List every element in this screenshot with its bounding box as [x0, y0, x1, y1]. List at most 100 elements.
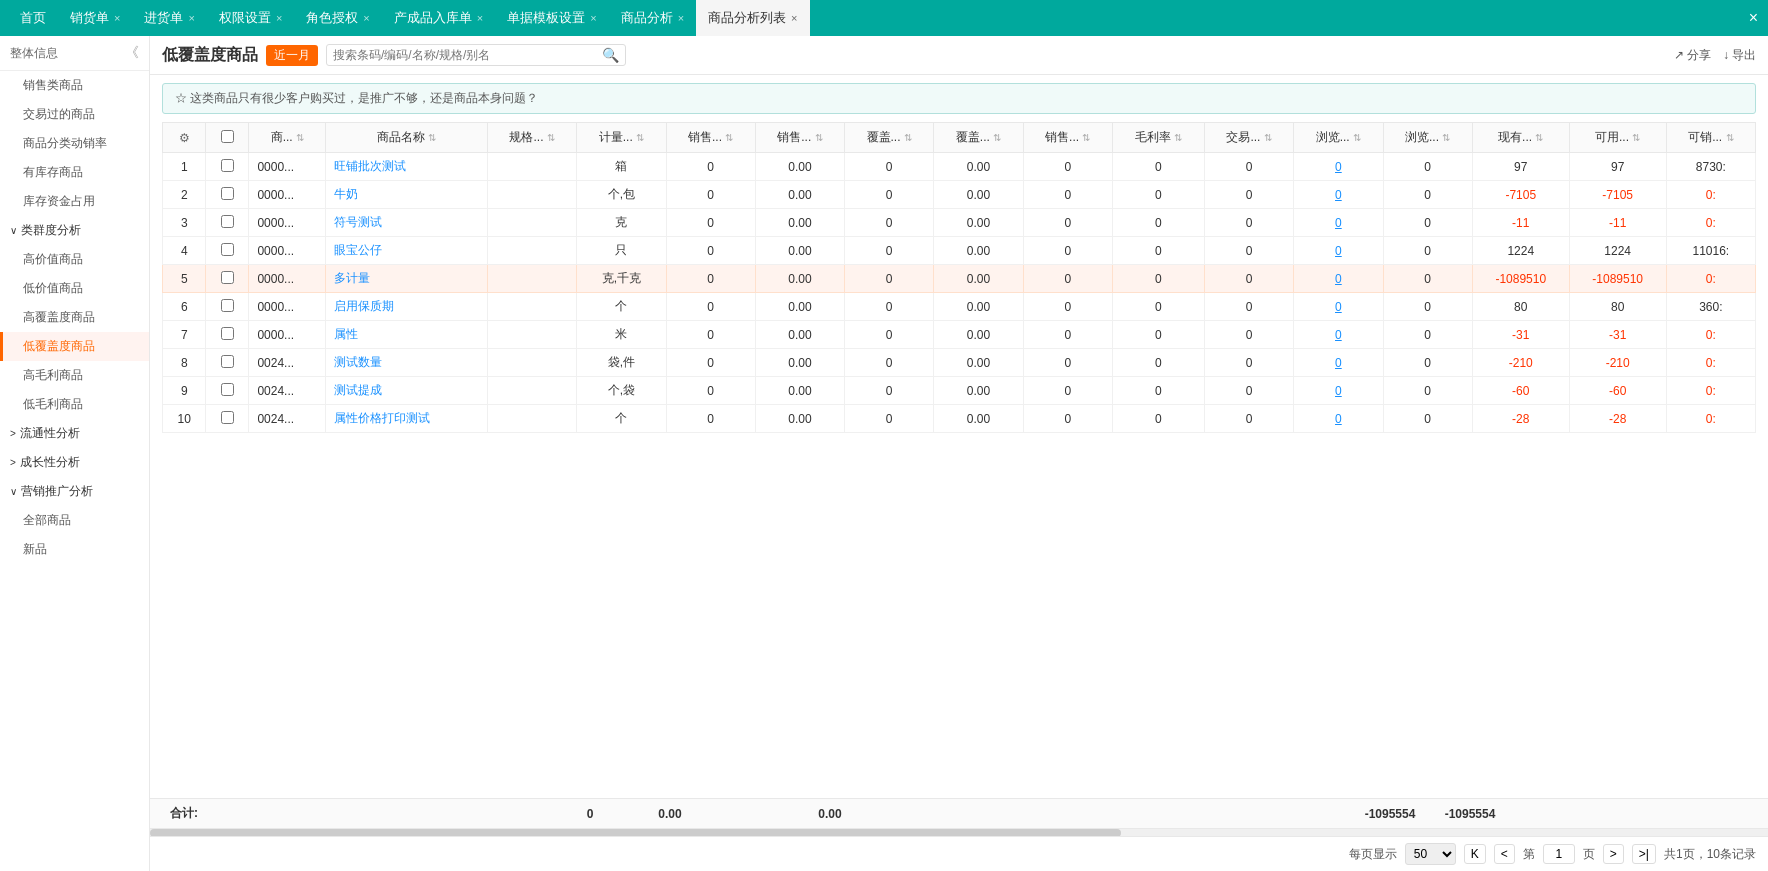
row-select-checkbox[interactable] — [221, 355, 234, 368]
row-name[interactable]: 测试数量 — [326, 349, 488, 377]
close-icon[interactable]: × — [590, 12, 596, 24]
row-select-checkbox[interactable] — [221, 383, 234, 396]
row-checkbox[interactable] — [206, 181, 249, 209]
col-sales-c[interactable]: 销售... ⇅ — [1023, 123, 1112, 153]
row-name[interactable]: 眼宝公仔 — [326, 237, 488, 265]
sidebar-section-marketing[interactable]: ∨ 营销推广分析 — [0, 477, 149, 506]
close-all-tabs-button[interactable]: × — [1749, 9, 1758, 27]
row-checkbox[interactable] — [206, 293, 249, 321]
row-checkbox[interactable] — [206, 405, 249, 433]
row-select-checkbox[interactable] — [221, 327, 234, 340]
col-unit[interactable]: 计量... ⇅ — [577, 123, 666, 153]
row-browse-a[interactable]: 0 — [1294, 405, 1383, 433]
col-cover-a[interactable]: 覆盖... ⇅ — [845, 123, 934, 153]
row-browse-a[interactable]: 0 — [1294, 321, 1383, 349]
row-browse-a[interactable]: 0 — [1294, 377, 1383, 405]
sidebar-section-circulation[interactable]: > 流通性分析 — [0, 419, 149, 448]
row-name[interactable]: 属性价格打印测试 — [326, 405, 488, 433]
col-cover-b[interactable]: 覆盖... ⇅ — [934, 123, 1023, 153]
row-select-checkbox[interactable] — [221, 159, 234, 172]
row-checkbox[interactable] — [206, 349, 249, 377]
nav-production[interactable]: 产成品入库单 × — [382, 0, 495, 36]
select-all-checkbox[interactable] — [221, 130, 234, 143]
page-number-input[interactable] — [1543, 844, 1575, 864]
row-name[interactable]: 牛奶 — [326, 181, 488, 209]
sidebar-item-low-value[interactable]: 低价值商品 — [0, 274, 149, 303]
sidebar-item-sales-goods[interactable]: 销售类商品 — [0, 71, 149, 100]
sidebar-section-growth[interactable]: > 成长性分析 — [0, 448, 149, 477]
sidebar-item-high-margin[interactable]: 高毛利商品 — [0, 361, 149, 390]
row-name[interactable]: 旺铺批次测试 — [326, 153, 488, 181]
next-page-button[interactable]: > — [1603, 844, 1624, 864]
sidebar-item-new-goods[interactable]: 新品 — [0, 535, 149, 564]
col-settings[interactable]: ⚙ — [163, 123, 206, 153]
close-icon[interactable]: × — [363, 12, 369, 24]
row-name[interactable]: 属性 — [326, 321, 488, 349]
row-select-checkbox[interactable] — [221, 299, 234, 312]
sidebar-item-all-goods[interactable]: 全部商品 — [0, 506, 149, 535]
row-browse-a[interactable]: 0 — [1294, 153, 1383, 181]
search-input[interactable] — [333, 48, 602, 62]
row-checkbox[interactable] — [206, 321, 249, 349]
row-select-checkbox[interactable] — [221, 187, 234, 200]
row-select-checkbox[interactable] — [221, 271, 234, 284]
nav-sales-order[interactable]: 销货单 × — [58, 0, 132, 36]
sidebar-header[interactable]: 整体信息 《 — [0, 36, 149, 71]
row-browse-a[interactable]: 0 — [1294, 237, 1383, 265]
nav-purchase-order[interactable]: 进货单 × — [132, 0, 206, 36]
sidebar-item-category-rate[interactable]: 商品分类动销率 — [0, 129, 149, 158]
col-browse-b[interactable]: 浏览... ⇅ — [1383, 123, 1472, 153]
search-icon[interactable]: 🔍 — [602, 47, 619, 63]
col-stock-c[interactable]: 可销... ⇅ — [1666, 123, 1755, 153]
col-trade[interactable]: 交易... ⇅ — [1204, 123, 1293, 153]
sidebar-item-stock-capital[interactable]: 库存资金占用 — [0, 187, 149, 216]
col-stock-b[interactable]: 可用... ⇅ — [1569, 123, 1666, 153]
page-size-select[interactable]: 50 20 100 — [1405, 843, 1456, 865]
nav-product-analysis-list[interactable]: 商品分析列表 × — [696, 0, 809, 36]
row-select-checkbox[interactable] — [221, 215, 234, 228]
nav-role-auth[interactable]: 角色授权 × — [294, 0, 381, 36]
col-spec[interactable]: 规格... ⇅ — [488, 123, 577, 153]
close-icon[interactable]: × — [114, 12, 120, 24]
col-stock-a[interactable]: 现有... ⇅ — [1472, 123, 1569, 153]
row-checkbox[interactable] — [206, 153, 249, 181]
sidebar-item-high-value[interactable]: 高价值商品 — [0, 245, 149, 274]
close-icon[interactable]: × — [791, 12, 797, 24]
row-checkbox[interactable] — [206, 209, 249, 237]
row-checkbox[interactable] — [206, 265, 249, 293]
row-name[interactable]: 符号测试 — [326, 209, 488, 237]
close-icon[interactable]: × — [276, 12, 282, 24]
settings-icon[interactable]: ⚙ — [179, 131, 190, 145]
col-sales-amt[interactable]: 销售... ⇅ — [755, 123, 844, 153]
row-select-checkbox[interactable] — [221, 243, 234, 256]
row-browse-a[interactable]: 0 — [1294, 209, 1383, 237]
date-filter-button[interactable]: 近一月 — [266, 45, 318, 66]
row-checkbox[interactable] — [206, 237, 249, 265]
row-checkbox[interactable] — [206, 377, 249, 405]
sidebar-item-high-coverage[interactable]: 高覆盖度商品 — [0, 303, 149, 332]
row-browse-a[interactable]: 0 — [1294, 181, 1383, 209]
close-icon[interactable]: × — [477, 12, 483, 24]
first-page-button[interactable]: K — [1464, 844, 1486, 864]
row-browse-a[interactable]: 0 — [1294, 349, 1383, 377]
sidebar-item-low-coverage[interactable]: 低覆盖度商品 — [0, 332, 149, 361]
sidebar-item-low-margin[interactable]: 低毛利商品 — [0, 390, 149, 419]
close-icon[interactable]: × — [678, 12, 684, 24]
export-button[interactable]: ↓ 导出 — [1723, 47, 1756, 64]
col-browse-a[interactable]: 浏览... ⇅ — [1294, 123, 1383, 153]
col-name[interactable]: 商品名称 ⇅ — [326, 123, 488, 153]
row-name[interactable]: 测试提成 — [326, 377, 488, 405]
nav-home[interactable]: 首页 — [8, 0, 58, 36]
col-sales-qty[interactable]: 销售... ⇅ — [666, 123, 755, 153]
row-name[interactable]: 启用保质期 — [326, 293, 488, 321]
sidebar-section-cluster[interactable]: ∨ 类群度分析 — [0, 216, 149, 245]
row-browse-a[interactable]: 0 — [1294, 293, 1383, 321]
share-button[interactable]: ↗ 分享 — [1674, 47, 1711, 64]
close-icon[interactable]: × — [188, 12, 194, 24]
col-gross-rate[interactable]: 毛利率 ⇅ — [1112, 123, 1204, 153]
row-select-checkbox[interactable] — [221, 411, 234, 424]
nav-permissions[interactable]: 权限设置 × — [207, 0, 294, 36]
row-browse-a[interactable]: 0 — [1294, 265, 1383, 293]
sidebar-item-traded-goods[interactable]: 交易过的商品 — [0, 100, 149, 129]
nav-product-analysis[interactable]: 商品分析 × — [609, 0, 696, 36]
